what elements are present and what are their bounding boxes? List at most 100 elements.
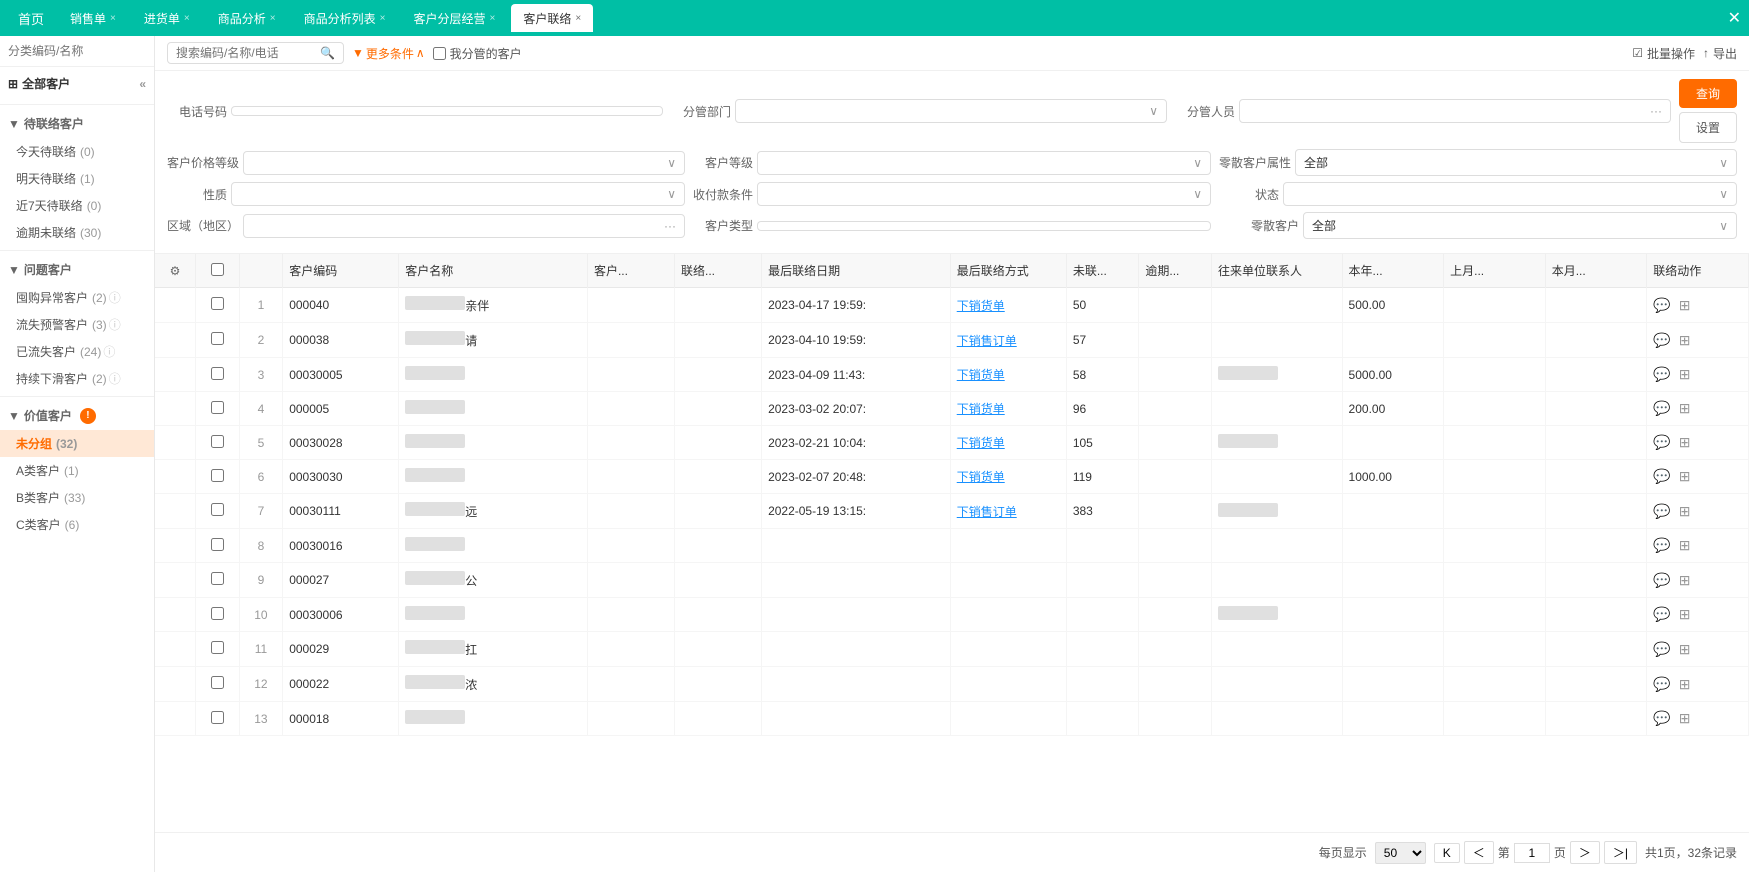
row-checkbox[interactable]: [211, 435, 224, 448]
grid-icon[interactable]: ⊞: [1679, 434, 1691, 451]
chat-icon[interactable]: 💬: [1653, 434, 1670, 451]
chat-icon[interactable]: 💬: [1653, 297, 1670, 314]
th-days[interactable]: 未联...: [1066, 254, 1139, 288]
td-checkbox[interactable]: [196, 632, 240, 667]
search-icon[interactable]: 🔍: [320, 46, 335, 60]
td-method[interactable]: [950, 667, 1066, 702]
nav-tab-purchase[interactable]: 进货单 ×: [132, 4, 202, 32]
td-method[interactable]: 下销货单: [950, 358, 1066, 392]
chat-icon[interactable]: 💬: [1653, 641, 1670, 658]
row-checkbox[interactable]: [211, 297, 224, 310]
search-input[interactable]: [176, 46, 316, 60]
more-conditions-btn[interactable]: ▼ 更多条件 ∧: [352, 45, 425, 62]
select-all-checkbox[interactable]: [211, 263, 224, 276]
td-checkbox[interactable]: [196, 358, 240, 392]
sidebar-item-7days[interactable]: 近7天待联络 (0): [0, 192, 154, 219]
close-icon[interactable]: ×: [380, 13, 386, 24]
td-checkbox[interactable]: [196, 529, 240, 563]
row-checkbox[interactable]: [211, 332, 224, 345]
row-checkbox[interactable]: [211, 469, 224, 482]
reset-btn[interactable]: 设置: [1679, 112, 1737, 143]
td-checkbox[interactable]: [196, 288, 240, 323]
td-checkbox[interactable]: [196, 392, 240, 426]
th-code[interactable]: 客户编码: [283, 254, 399, 288]
nav-tab-customer-contact[interactable]: 客户联络 ×: [511, 4, 593, 32]
close-icon[interactable]: ×: [110, 13, 116, 24]
grid-icon[interactable]: ⊞: [1679, 537, 1691, 554]
chat-icon[interactable]: 💬: [1653, 676, 1670, 693]
method-link[interactable]: 下销售订单: [957, 505, 1017, 519]
sidebar-item-class-c[interactable]: C类客户 (6): [0, 511, 154, 538]
close-icon[interactable]: ×: [575, 13, 581, 24]
grid-icon[interactable]: ⊞: [1679, 503, 1691, 520]
sidebar-item-ungroup[interactable]: 未分组 (32): [0, 430, 154, 457]
chat-icon[interactable]: 💬: [1653, 366, 1670, 383]
grid-icon[interactable]: ⊞: [1679, 606, 1691, 623]
nav-home[interactable]: 首页: [8, 9, 54, 28]
td-method[interactable]: 下销售订单: [950, 494, 1066, 529]
method-link[interactable]: 下销货单: [957, 368, 1005, 382]
grid-icon[interactable]: ⊞: [1679, 366, 1691, 383]
td-method[interactable]: [950, 529, 1066, 563]
td-method[interactable]: 下销货单: [950, 392, 1066, 426]
dept-input[interactable]: ∨: [735, 99, 1167, 123]
payment-input[interactable]: ∨: [757, 182, 1211, 206]
td-checkbox[interactable]: [196, 460, 240, 494]
sidebar-item-today[interactable]: 今天待联络 (0): [0, 138, 154, 165]
sidebar-item-abnormal[interactable]: 囤购异常客户 (2) ⓘ: [0, 284, 154, 311]
batch-ops-btn[interactable]: ☑ 批量操作: [1632, 45, 1695, 62]
sidebar-item-class-a[interactable]: A类客户 (1): [0, 457, 154, 484]
row-checkbox[interactable]: [211, 572, 224, 585]
row-checkbox[interactable]: [211, 367, 224, 380]
close-icon[interactable]: ×: [270, 13, 276, 24]
sidebar-item-declining[interactable]: 持续下滑客户 (2) ⓘ: [0, 365, 154, 392]
row-checkbox[interactable]: [211, 401, 224, 414]
td-method[interactable]: 下销货单: [950, 426, 1066, 460]
td-checkbox[interactable]: [196, 702, 240, 736]
td-checkbox[interactable]: [196, 563, 240, 598]
search-btn[interactable]: 查询: [1679, 79, 1737, 108]
cust-type-input[interactable]: [757, 221, 1211, 231]
td-method[interactable]: 下销货单: [950, 288, 1066, 323]
th-settings[interactable]: ⚙: [155, 254, 196, 288]
row-checkbox[interactable]: [211, 538, 224, 551]
cust-level-input[interactable]: ∨: [757, 151, 1211, 175]
price-level-input[interactable]: ∨: [243, 151, 685, 175]
td-checkbox[interactable]: [196, 667, 240, 702]
grid-icon[interactable]: ⊞: [1679, 710, 1691, 727]
grid-icon[interactable]: ⊞: [1679, 400, 1691, 417]
td-checkbox[interactable]: [196, 494, 240, 529]
chat-icon[interactable]: 💬: [1653, 572, 1670, 589]
retail-attr-input[interactable]: 全部∨: [1295, 149, 1737, 176]
retail-cust-input[interactable]: 全部∨: [1303, 212, 1737, 239]
th-name[interactable]: 客户名称: [399, 254, 588, 288]
status-input[interactable]: ∨: [1283, 182, 1737, 206]
grid-icon[interactable]: ⊞: [1679, 468, 1691, 485]
nav-tab-analysis[interactable]: 商品分析 ×: [206, 4, 288, 32]
th-overdue[interactable]: 逾期...: [1139, 254, 1212, 288]
nav-tab-sales[interactable]: 销售单 ×: [58, 4, 128, 32]
method-link[interactable]: 下销货单: [957, 470, 1005, 484]
chat-icon[interactable]: 💬: [1653, 332, 1670, 349]
td-method[interactable]: [950, 632, 1066, 667]
chat-icon[interactable]: 💬: [1653, 503, 1670, 520]
chat-icon[interactable]: 💬: [1653, 537, 1670, 554]
td-checkbox[interactable]: [196, 426, 240, 460]
row-checkbox[interactable]: [211, 676, 224, 689]
next-page-btn[interactable]: ＞: [1570, 841, 1600, 864]
sidebar-item-overdue[interactable]: 逾期未联络 (30): [0, 219, 154, 246]
nav-tab-analysis-list[interactable]: 商品分析列表 ×: [292, 4, 398, 32]
th-contact[interactable]: 联络...: [675, 254, 762, 288]
first-page-btn[interactable]: K: [1434, 843, 1460, 863]
close-icon[interactable]: ×: [489, 13, 495, 24]
grid-icon[interactable]: ⊞: [1679, 641, 1691, 658]
th-thismonth[interactable]: 本月...: [1545, 254, 1647, 288]
chat-icon[interactable]: 💬: [1653, 468, 1670, 485]
nav-tab-customer-tier[interactable]: 客户分层经营 ×: [401, 4, 507, 32]
th-select-all[interactable]: [196, 254, 240, 288]
method-link[interactable]: 下销货单: [957, 299, 1005, 313]
sidebar-search-input[interactable]: [8, 44, 155, 58]
sidebar-item-class-b[interactable]: B类客户 (33): [0, 484, 154, 511]
method-link[interactable]: 下销售订单: [957, 334, 1017, 348]
phone-input[interactable]: [231, 106, 663, 116]
